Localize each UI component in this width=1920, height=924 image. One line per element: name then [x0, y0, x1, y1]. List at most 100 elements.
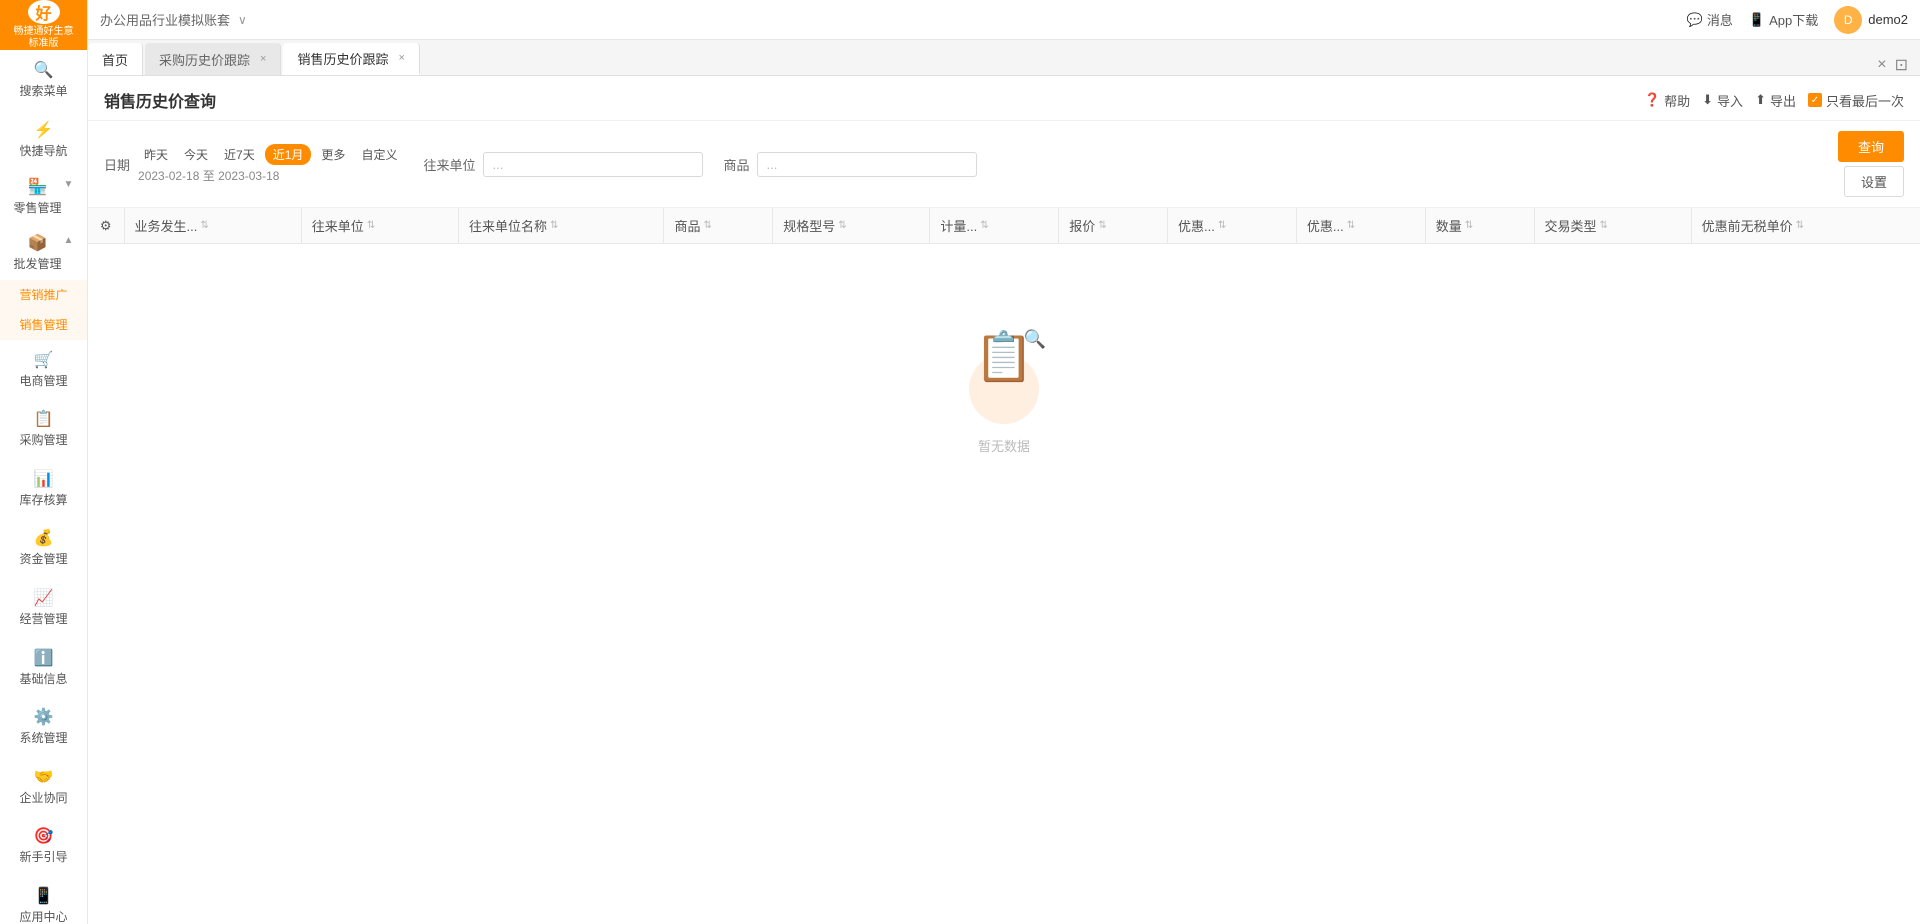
only-last-checkbox-label[interactable]: 只看最后一次 — [1808, 91, 1904, 110]
th-unit-name-label: 往来单位名称 — [469, 216, 547, 235]
th-quantity[interactable]: 数量 ⇅ — [1425, 208, 1534, 244]
help-icon: ❓ — [1644, 92, 1660, 108]
tab-home[interactable]: 首页 — [88, 43, 143, 75]
chevron-down-icon: ▼ — [64, 179, 74, 190]
date-btn-7days[interactable]: 近7天 — [218, 144, 261, 165]
topbar-chevron-icon[interactable]: ∨ — [238, 13, 247, 27]
sidebar-item-label: 基础信息 — [19, 672, 67, 688]
sidebar-item-app-center[interactable]: 📱 应用中心 — [0, 876, 87, 924]
sort-icon[interactable]: ⇅ — [704, 220, 712, 231]
th-discount2[interactable]: 优惠... ⇅ — [1296, 208, 1425, 244]
sidebar-item-system[interactable]: ⚙️ 系统管理 — [0, 697, 87, 757]
th-trade-type[interactable]: 交易类型 ⇅ — [1534, 208, 1691, 244]
date-btn-custom[interactable]: 自定义 — [355, 144, 403, 165]
sort-icon[interactable]: ⇅ — [1347, 220, 1355, 231]
tab-sales-history-close[interactable]: × — [398, 52, 404, 64]
th-quote[interactable]: 报价 ⇅ — [1059, 208, 1168, 244]
th-unit[interactable]: 计量... ⇅ — [930, 208, 1059, 244]
import-btn[interactable]: ⬇ 导入 — [1702, 91, 1743, 110]
settings-btn[interactable]: 设置 — [1844, 166, 1904, 197]
query-btn[interactable]: 查询 — [1838, 131, 1904, 162]
sidebar-item-search-menu[interactable]: 🔍 搜索菜单 — [0, 50, 87, 110]
sidebar-item-label: 企业协同 — [19, 791, 67, 807]
app-name: 畅捷通好生意 — [14, 26, 74, 38]
sort-icon[interactable]: ⇅ — [200, 220, 208, 231]
sidebar-item-marketing[interactable]: 营销推广 — [0, 280, 87, 310]
import-icon: ⬇ — [1702, 92, 1713, 108]
sidebar-item-wholesale-mgmt[interactable]: 📦 批发管理 ▲ — [0, 225, 87, 281]
th-discount1-label: 优惠... — [1178, 216, 1215, 235]
username: demo2 — [1868, 12, 1908, 27]
sort-icon[interactable]: ⇅ — [1796, 220, 1804, 231]
sidebar-item-retail-mgmt[interactable]: 🏪 零售管理 ▼ — [0, 169, 87, 225]
sidebar-item-label: 采购管理 — [19, 433, 67, 449]
date-btn-yesterday[interactable]: 昨天 — [138, 144, 174, 165]
sidebar-item-label: 营销推广 — [19, 288, 67, 304]
date-btn-1month[interactable]: 近1月 — [265, 144, 312, 165]
user-area[interactable]: D demo2 — [1834, 6, 1908, 34]
from-unit-filter-group: 往来单位 ... — [423, 152, 703, 177]
main-content: 办公用品行业模拟账套 ∨ 💬 消息 📱 App下载 D demo2 首页 采购历… — [88, 0, 1920, 924]
empty-illustration: 📋 🔍 — [954, 324, 1054, 424]
sidebar-item-enterprise-collab[interactable]: 🤝 企业协同 — [0, 757, 87, 817]
th-product[interactable]: 商品 ⇅ — [664, 208, 773, 244]
sort-icon[interactable]: ⇅ — [838, 220, 846, 231]
tab-purchase-history[interactable]: 采购历史价跟踪 × — [145, 43, 281, 75]
th-unit-name[interactable]: 往来单位名称 ⇅ — [458, 208, 664, 244]
date-btn-today[interactable]: 今天 — [178, 144, 214, 165]
sidebar-item-new-guide[interactable]: 🎯 新手引导 — [0, 816, 87, 876]
th-biz-date[interactable]: 业务发生... ⇅ — [124, 208, 301, 244]
message-btn[interactable]: 💬 消息 — [1687, 10, 1733, 29]
from-unit-label: 往来单位 — [423, 155, 475, 174]
gear-icon[interactable]: ⚙ — [100, 218, 112, 233]
product-input[interactable]: ... — [757, 152, 977, 177]
page: 销售历史价查询 ❓ 帮助 ⬇ 导入 ⬆ 导出 只看最后一次 — [88, 76, 1920, 924]
table-wrapper: ⚙ 业务发生... ⇅ 往来单位 ⇅ — [88, 208, 1920, 924]
date-btn-more[interactable]: 更多 — [315, 144, 351, 165]
app-download-btn[interactable]: 📱 App下载 — [1749, 10, 1818, 29]
sort-icon[interactable]: ⇅ — [550, 220, 558, 231]
sidebar-item-purchase[interactable]: 📋 采购管理 — [0, 399, 87, 459]
sidebar-item-label: 系统管理 — [19, 731, 67, 747]
sort-icon[interactable]: ⇅ — [1098, 220, 1106, 231]
export-btn[interactable]: ⬆ 导出 — [1755, 91, 1796, 110]
export-icon: ⬆ — [1755, 92, 1766, 108]
from-unit-placeholder: ... — [492, 157, 503, 172]
avatar: D — [1834, 6, 1862, 34]
th-discount1[interactable]: 优惠... ⇅ — [1167, 208, 1296, 244]
operations-icon: 📈 — [34, 588, 54, 608]
th-discount2-label: 优惠... — [1307, 216, 1344, 235]
sidebar-item-basic-info[interactable]: ℹ️ 基础信息 — [0, 638, 87, 698]
maximize-btn[interactable]: ⊡ — [1895, 55, 1908, 75]
wholesale-mgmt-icon: 📦 — [28, 233, 48, 253]
sidebar-item-finance[interactable]: 💰 资金管理 — [0, 518, 87, 578]
date-filter-group: 日期 昨天 今天 近7天 近1月 更多 自定义 2023-02-18 至 202… — [104, 144, 403, 184]
sidebar-item-inventory[interactable]: 📊 库存核算 — [0, 459, 87, 519]
tab-sales-history[interactable]: 销售历史价跟踪 × — [283, 43, 419, 75]
tab-purchase-history-close[interactable]: × — [260, 53, 266, 65]
from-unit-input[interactable]: ... — [483, 152, 703, 177]
th-pretax-price[interactable]: 优惠前无税单价 ⇅ — [1691, 208, 1920, 244]
page-actions: ❓ 帮助 ⬇ 导入 ⬆ 导出 只看最后一次 — [1644, 91, 1904, 110]
only-last-checkbox[interactable] — [1808, 93, 1822, 107]
sidebar-item-operations[interactable]: 📈 经营管理 — [0, 578, 87, 638]
sidebar-item-ecommerce[interactable]: 🛒 电商管理 — [0, 340, 87, 400]
chevron-up-icon: ▲ — [64, 235, 74, 246]
th-quote-label: 报价 — [1069, 216, 1095, 235]
th-pretax-price-label: 优惠前无税单价 — [1702, 216, 1793, 235]
sort-icon[interactable]: ⇅ — [980, 220, 988, 231]
th-unit-code[interactable]: 往来单位 ⇅ — [301, 208, 458, 244]
basic-info-icon: ℹ️ — [34, 648, 54, 668]
product-label: 商品 — [723, 155, 749, 174]
date-filter-label: 日期 — [104, 155, 130, 174]
app-subtitle: 标准版 — [29, 38, 59, 50]
sort-icon[interactable]: ⇅ — [1465, 220, 1473, 231]
sidebar-item-sales-mgmt[interactable]: 销售管理 — [0, 310, 87, 340]
th-spec[interactable]: 规格型号 ⇅ — [773, 208, 930, 244]
close-all-tabs-btn[interactable]: × — [1877, 56, 1886, 74]
help-btn[interactable]: ❓ 帮助 — [1644, 91, 1690, 110]
sidebar-item-quick-nav[interactable]: ⚡ 快捷导航 — [0, 110, 87, 170]
sort-icon[interactable]: ⇅ — [1218, 220, 1226, 231]
sort-icon[interactable]: ⇅ — [367, 220, 375, 231]
sort-icon[interactable]: ⇅ — [1600, 220, 1608, 231]
